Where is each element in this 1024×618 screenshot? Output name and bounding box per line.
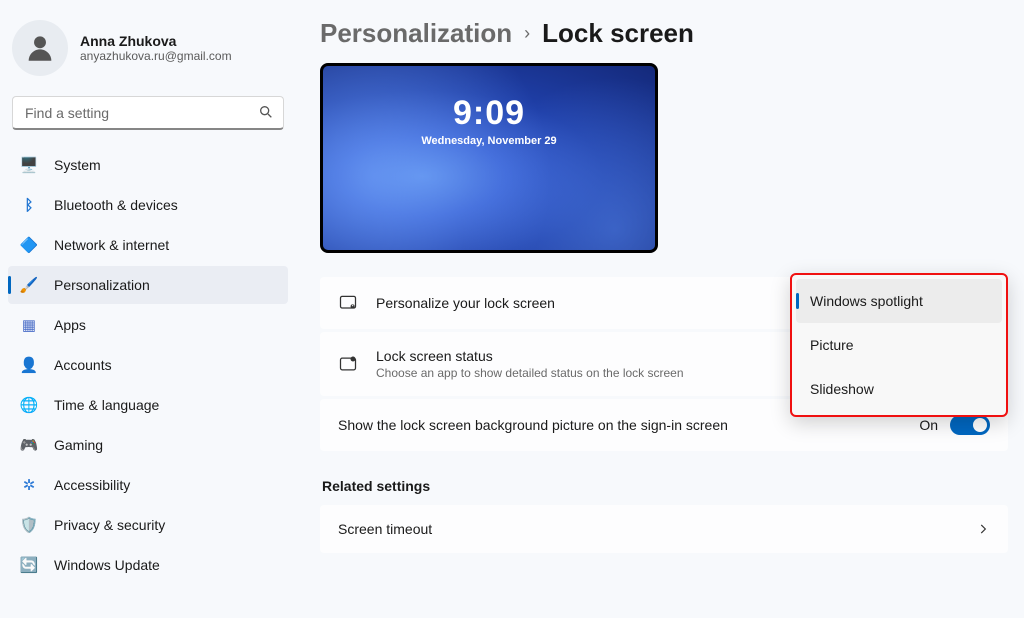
paintbrush-icon: 🖌️ (20, 276, 38, 294)
dropdown-option-slideshow[interactable]: Slideshow (796, 367, 1002, 411)
sidebar-item-system[interactable]: 🖥️ System (8, 146, 288, 184)
search-box (12, 96, 284, 130)
sidebar-item-network[interactable]: 🔷 Network & internet (8, 226, 288, 264)
preview-date: Wednesday, November 29 (323, 135, 655, 147)
sidebar-item-accounts[interactable]: 👤 Accounts (8, 346, 288, 384)
breadcrumb: Personalization › Lock screen (320, 18, 1008, 49)
sidebar-item-bluetooth[interactable]: ᛒ Bluetooth & devices (8, 186, 288, 224)
bluetooth-icon: ᛒ (20, 196, 38, 214)
update-icon: 🔄 (20, 556, 38, 574)
person-icon: 👤 (20, 356, 38, 374)
profile-block[interactable]: Anna Zhukova anyazhukova.ru@gmail.com (8, 16, 288, 92)
card-title: Show the lock screen background picture … (338, 417, 901, 433)
sidebar-item-label: Accounts (54, 357, 112, 373)
grid-icon: ▦ (20, 316, 38, 334)
chevron-right-icon (976, 522, 990, 536)
sidebar: Anna Zhukova anyazhukova.ru@gmail.com 🖥️… (0, 0, 296, 618)
lock-screen-icon (338, 293, 358, 313)
accessibility-icon: ✲ (20, 476, 38, 494)
sidebar-item-label: Bluetooth & devices (54, 197, 178, 213)
sidebar-item-label: Network & internet (54, 237, 169, 253)
sidebar-item-label: Personalization (54, 277, 150, 293)
wifi-icon: 🔷 (20, 236, 38, 254)
shield-icon: 🛡️ (20, 516, 38, 534)
related-settings-heading: Related settings (322, 478, 1008, 494)
screen-timeout-row[interactable]: Screen timeout (320, 505, 1008, 553)
search-icon (258, 104, 274, 120)
search-input[interactable] (12, 96, 284, 130)
chevron-right-icon: › (524, 23, 530, 44)
signin-background-toggle[interactable] (950, 415, 990, 435)
sidebar-item-label: Privacy & security (54, 517, 165, 533)
sidebar-item-label: Windows Update (54, 557, 160, 573)
lock-screen-preview: 9:09 Wednesday, November 29 (320, 63, 658, 253)
person-icon (23, 31, 57, 65)
breadcrumb-parent[interactable]: Personalization (320, 18, 512, 49)
dropdown-option-picture[interactable]: Picture (796, 323, 1002, 367)
preview-overlay: 9:09 Wednesday, November 29 (323, 94, 655, 147)
preview-time: 9:09 (323, 94, 655, 133)
sidebar-item-windows-update[interactable]: 🔄 Windows Update (8, 546, 288, 584)
gamepad-icon: 🎮 (20, 436, 38, 454)
sidebar-item-time-language[interactable]: 🌐 Time & language (8, 386, 288, 424)
sidebar-item-label: System (54, 157, 101, 173)
globe-icon: 🌐 (20, 396, 38, 414)
sidebar-item-privacy-security[interactable]: 🛡️ Privacy & security (8, 506, 288, 544)
sidebar-item-accessibility[interactable]: ✲ Accessibility (8, 466, 288, 504)
dropdown-option-spotlight[interactable]: Windows spotlight (796, 279, 1002, 323)
sidebar-item-label: Apps (54, 317, 86, 333)
sidebar-item-label: Accessibility (54, 477, 130, 493)
status-icon (338, 354, 358, 374)
profile-text: Anna Zhukova anyazhukova.ru@gmail.com (80, 33, 232, 63)
personalize-dropdown: Windows spotlight Picture Slideshow (790, 273, 1008, 417)
settings-list: Personalize your lock screen Windows spo… (320, 277, 1008, 553)
sidebar-item-apps[interactable]: ▦ Apps (8, 306, 288, 344)
content-pane: Personalization › Lock screen 9:09 Wedne… (296, 0, 1024, 618)
sidebar-item-personalization[interactable]: 🖌️ Personalization (8, 266, 288, 304)
profile-email: anyazhukova.ru@gmail.com (80, 49, 232, 63)
sidebar-item-label: Gaming (54, 437, 103, 453)
toggle-label: On (919, 417, 938, 433)
profile-name: Anna Zhukova (80, 33, 232, 49)
monitor-icon: 🖥️ (20, 156, 38, 174)
card-title: Screen timeout (338, 521, 958, 537)
page-title: Lock screen (542, 18, 694, 49)
nav-list: 🖥️ System ᛒ Bluetooth & devices 🔷 Networ… (8, 146, 288, 584)
sidebar-item-gaming[interactable]: 🎮 Gaming (8, 426, 288, 464)
sidebar-item-label: Time & language (54, 397, 159, 413)
avatar (12, 20, 68, 76)
